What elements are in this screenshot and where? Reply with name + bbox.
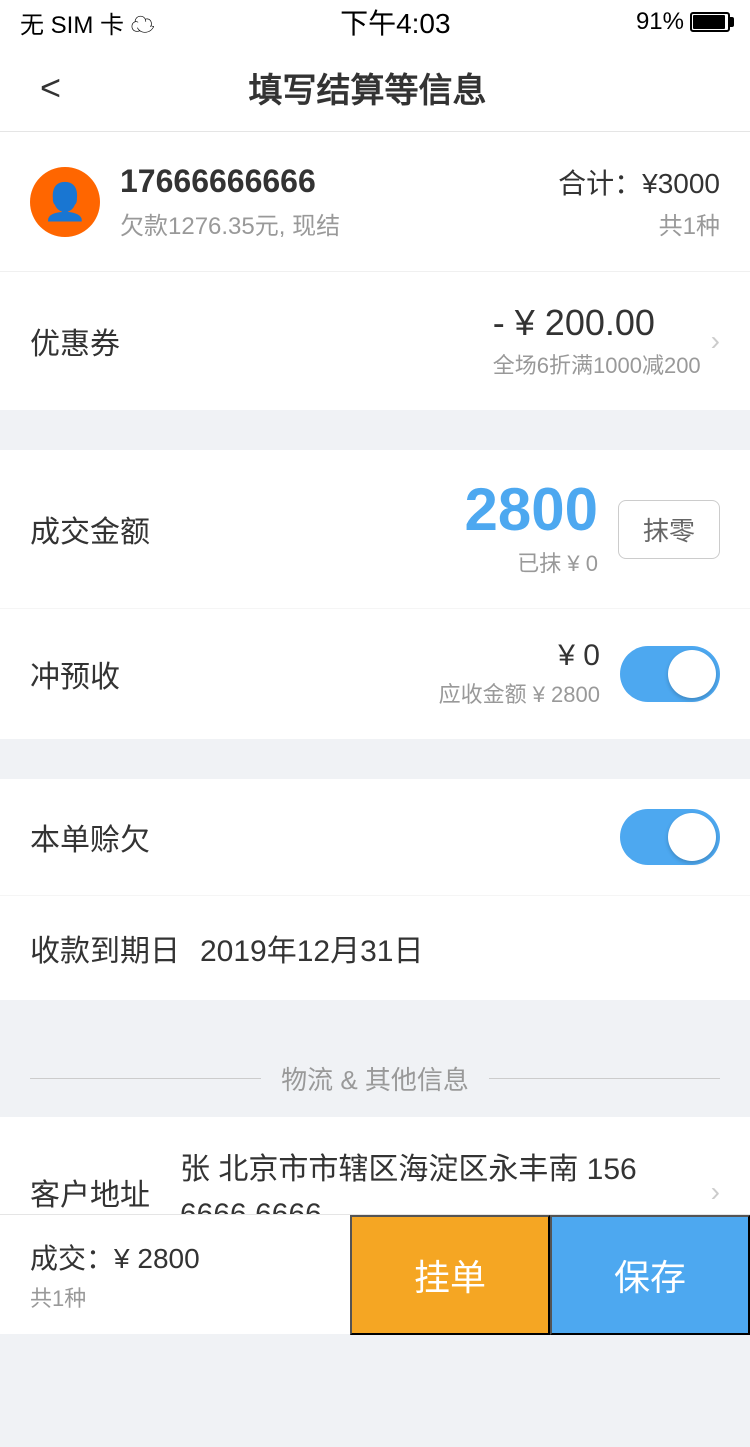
due-date-label: 收款到期日 xyxy=(30,926,180,970)
bottom-deal-row: 成交：¥ 2800 xyxy=(30,1237,320,1277)
precollect-toggle[interactable] xyxy=(620,646,720,702)
customer-note: 欠款1276.35元, 现结 xyxy=(120,206,340,241)
transaction-right: 2800 已抹 ¥ 0 抹零 xyxy=(465,480,721,578)
battery-percent: 91% xyxy=(636,8,684,36)
precollect-amount: ¥ 0 xyxy=(439,639,600,673)
page-title: 填写结算等信息 xyxy=(71,63,664,112)
due-date-row: 收款到期日 2019年12月31日 xyxy=(0,896,750,1000)
transaction-row: 成交金额 2800 已抹 ¥ 0 抹零 xyxy=(0,450,750,609)
coupon-discount: - ¥ 200.00 xyxy=(493,302,701,344)
customer-details: 17666666666 欠款1276.35元, 现结 xyxy=(120,163,340,241)
status-right: 91% xyxy=(636,8,730,36)
precollect-right: ¥ 0 应收金额 ¥ 2800 xyxy=(439,639,720,709)
coupon-right: - ¥ 200.00 全场6折满1000减200 › xyxy=(493,302,720,380)
sim-label: 无 SIM 卡 ☁ xyxy=(20,5,155,40)
coupon-chevron-icon: › xyxy=(711,325,720,357)
precollect-sub: 应收金额 ¥ 2800 xyxy=(439,677,600,709)
coupon-row[interactable]: 优惠券 - ¥ 200.00 全场6折满1000减200 › xyxy=(0,271,750,410)
bottom-summary: 成交：¥ 2800 共1种 xyxy=(0,1237,350,1313)
avatar: 👤 xyxy=(30,167,100,237)
total-label-value: 合计：¥3000 xyxy=(558,162,720,202)
transaction-section: 成交金额 2800 已抹 ¥ 0 抹零 冲预收 ¥ 0 应收金额 ¥ 2800 xyxy=(0,450,750,739)
transaction-sub: 已抹 ¥ 0 xyxy=(465,546,598,578)
precollect-label: 冲预收 xyxy=(30,652,120,696)
precollect-row: 冲预收 ¥ 0 应收金额 ¥ 2800 xyxy=(0,609,750,739)
bottom-bar: 成交：¥ 2800 共1种 挂单 保存 xyxy=(0,1214,750,1334)
debt-row: 本单赊欠 xyxy=(0,779,750,896)
precollect-amount-block: ¥ 0 应收金额 ¥ 2800 xyxy=(439,639,600,709)
section-divider-2 xyxy=(0,759,750,779)
customer-card: 👤 17666666666 欠款1276.35元, 现结 合计：¥3000 共1… xyxy=(0,132,750,410)
customer-total: 合计：¥3000 共1种 xyxy=(558,162,720,241)
transaction-amount: 2800 xyxy=(465,480,598,540)
round-button[interactable]: 抹零 xyxy=(618,500,720,559)
hang-order-button[interactable]: 挂单 xyxy=(350,1215,550,1335)
status-time: 下午4:03 xyxy=(340,2,451,42)
logistics-divider: 物流 & 其他信息 xyxy=(0,1040,750,1117)
divider-line-left xyxy=(30,1078,261,1079)
status-left: 无 SIM 卡 ☁ xyxy=(20,5,155,40)
bottom-deal-label: 成交： xyxy=(30,1243,114,1274)
coupon-info: - ¥ 200.00 全场6折满1000减200 xyxy=(493,302,701,380)
debt-toggle-knob xyxy=(668,813,716,861)
section-divider-1 xyxy=(0,430,750,450)
customer-phone: 17666666666 xyxy=(120,163,340,200)
debt-section: 本单赊欠 收款到期日 2019年12月31日 xyxy=(0,779,750,1000)
total-label: 合计： xyxy=(558,168,642,199)
toggle-knob xyxy=(668,650,716,698)
status-bar: 无 SIM 卡 ☁ 下午4:03 91% xyxy=(0,0,750,44)
total-count: 共1种 xyxy=(558,206,720,241)
customer-info-row: 👤 17666666666 欠款1276.35元, 现结 合计：¥3000 共1… xyxy=(0,132,750,271)
due-date-value: 2019年12月31日 xyxy=(200,926,423,970)
divider-line-right xyxy=(489,1078,720,1079)
avatar-icon: 👤 xyxy=(43,181,88,223)
logistics-divider-text: 物流 & 其他信息 xyxy=(261,1060,489,1097)
bottom-deal-value: ¥ 2800 xyxy=(114,1243,200,1274)
total-value: ¥3000 xyxy=(642,168,720,199)
debt-toggle[interactable] xyxy=(620,809,720,865)
address-chevron-icon: › xyxy=(711,1176,720,1208)
battery-icon xyxy=(690,12,730,32)
debt-right xyxy=(620,809,720,865)
debt-label: 本单赊欠 xyxy=(30,815,150,859)
back-button[interactable]: < xyxy=(30,57,71,119)
coupon-label: 优惠券 xyxy=(30,319,120,363)
address-label: 客户地址 xyxy=(30,1170,150,1214)
nav-bar: < 填写结算等信息 xyxy=(0,44,750,132)
save-button[interactable]: 保存 xyxy=(550,1215,750,1335)
transaction-label: 成交金额 xyxy=(30,507,150,551)
transaction-amount-block: 2800 已抹 ¥ 0 xyxy=(465,480,598,578)
section-divider-3 xyxy=(0,1020,750,1040)
coupon-detail: 全场6折满1000减200 xyxy=(493,348,701,380)
customer-left: 👤 17666666666 欠款1276.35元, 现结 xyxy=(30,163,340,241)
bottom-count: 共1种 xyxy=(30,1281,320,1313)
